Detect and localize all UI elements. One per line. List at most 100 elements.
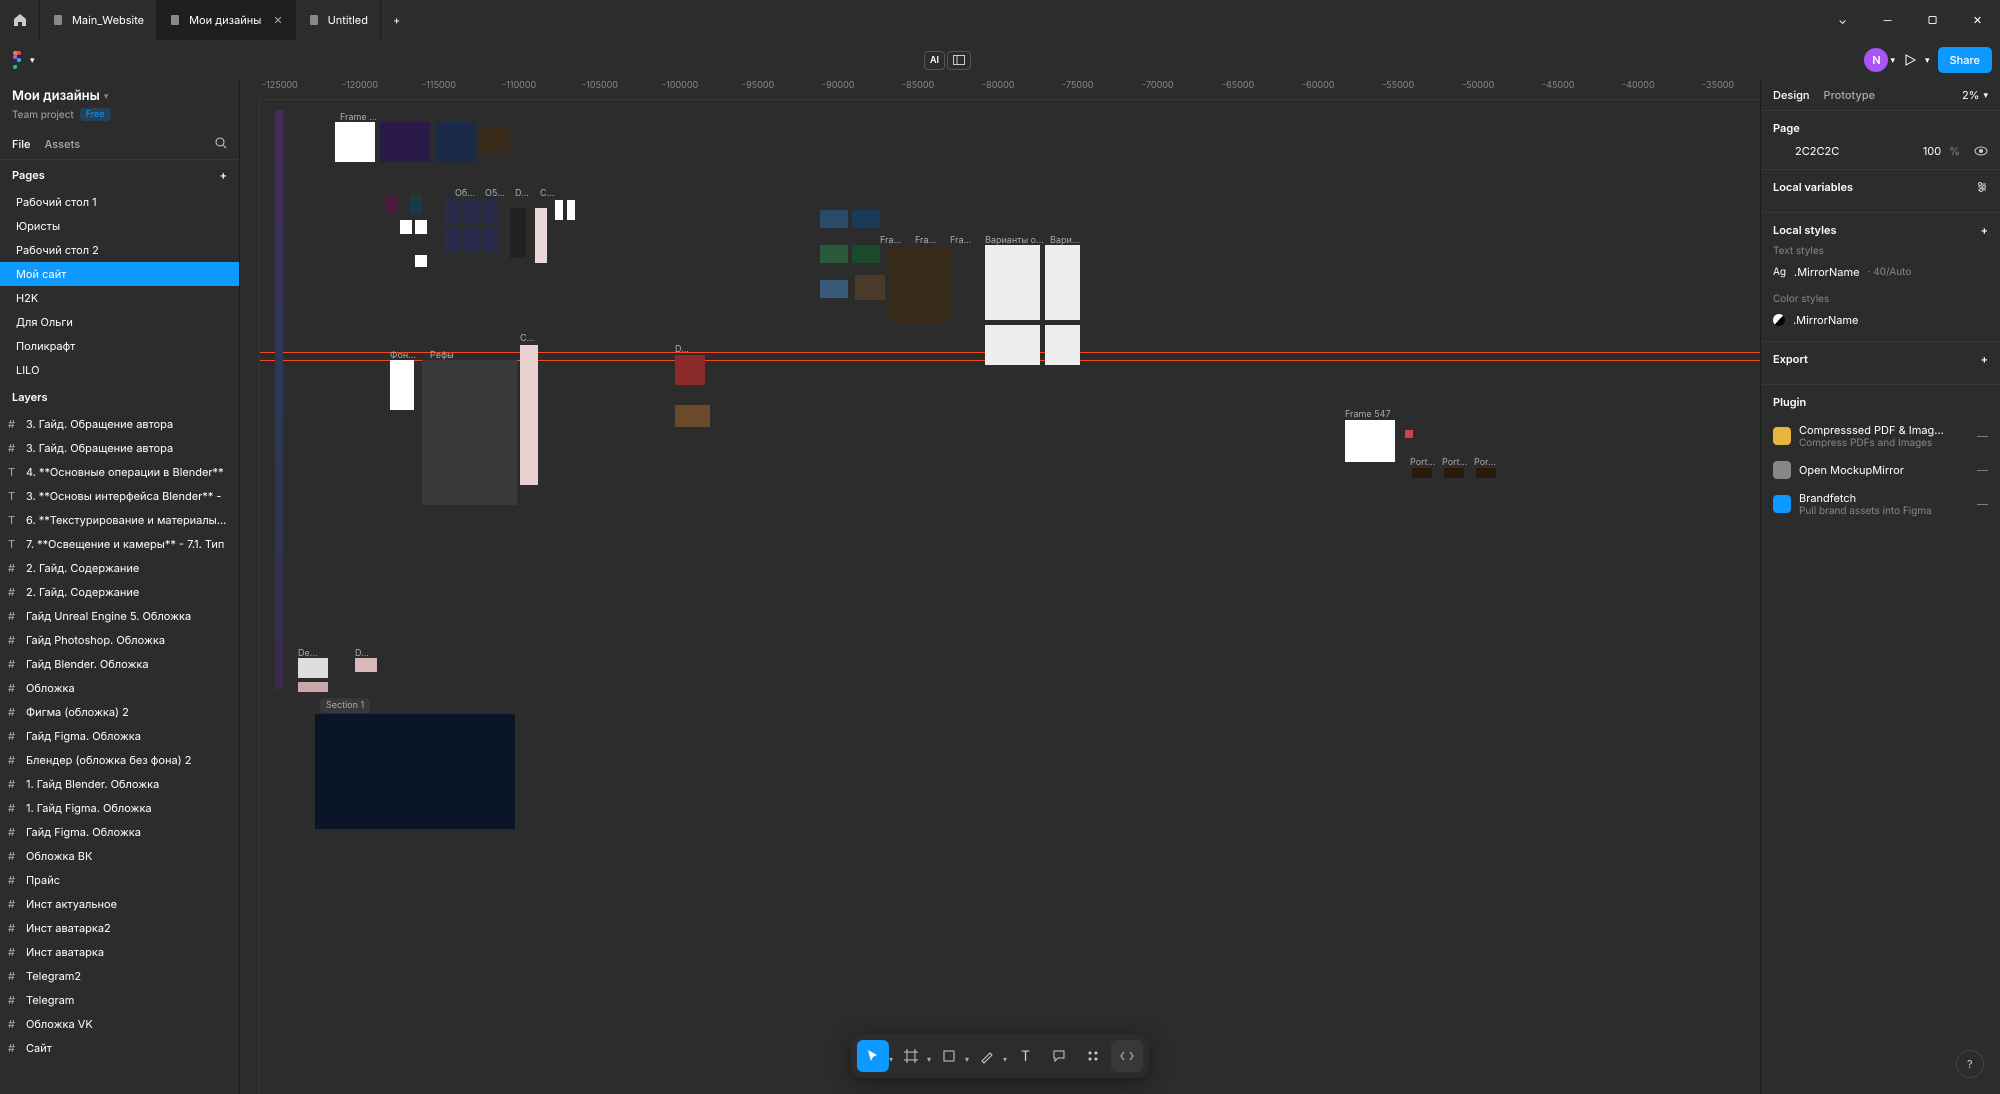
frame-thumb[interactable] — [435, 122, 475, 162]
layer-item[interactable]: #3. Гайд. Обращение автора — [0, 412, 239, 436]
figma-menu[interactable]: ▾ — [8, 51, 35, 69]
frame-thumb[interactable] — [1444, 468, 1464, 478]
help-button[interactable]: ? — [1956, 1050, 1984, 1078]
frame-thumb[interactable] — [390, 360, 414, 410]
chevron-down-icon[interactable]: ▾ — [104, 91, 109, 102]
frame-thumb[interactable] — [1476, 468, 1496, 478]
page-item[interactable]: Для Ольги — [0, 310, 239, 334]
frame-thumb[interactable] — [985, 325, 1040, 365]
layer-item[interactable]: T7. **Освещение и камеры** - 7.1. Тип — [0, 532, 239, 556]
frame-thumb[interactable] — [675, 355, 705, 385]
minimize-button[interactable]: ─ — [1865, 0, 1910, 40]
frame-thumb[interactable] — [275, 110, 283, 690]
page-item[interactable]: Рабочий стол 2 — [0, 238, 239, 262]
settings-icon[interactable] — [1976, 181, 1988, 193]
close-button[interactable]: ✕ — [1955, 0, 2000, 40]
page-item[interactable]: Поликрафт — [0, 334, 239, 358]
tab-prototype[interactable]: Prototype — [1824, 88, 1876, 102]
remove-plugin-button[interactable]: — — [1977, 429, 1988, 443]
frame-thumb[interactable] — [1412, 468, 1432, 478]
frame-thumb[interactable] — [298, 682, 328, 692]
tab-my-designs[interactable]: Мои дизайны ✕ — [157, 0, 295, 40]
add-export-button[interactable]: + — [1981, 352, 1988, 366]
frame-thumb[interactable] — [335, 122, 375, 162]
frame-label[interactable]: О5... — [485, 188, 505, 199]
maximize-button[interactable]: ▢ — [1910, 0, 1955, 40]
add-tab-button[interactable]: + — [381, 13, 412, 27]
chevron-down-icon[interactable]: ▾ — [927, 1054, 931, 1072]
page-item[interactable]: Рабочий стол 1 — [0, 190, 239, 214]
layer-item[interactable]: #Гайд Figma. Обложка — [0, 724, 239, 748]
pen-tool[interactable] — [971, 1040, 1003, 1072]
layer-item[interactable]: #2. Гайд. Содержание — [0, 556, 239, 580]
frame-thumb[interactable] — [820, 210, 848, 228]
frame-thumb[interactable] — [510, 208, 526, 258]
frame-thumb[interactable] — [422, 360, 517, 505]
layer-item[interactable]: #Telegram — [0, 988, 239, 1012]
frame-thumb[interactable] — [415, 220, 427, 234]
color-input[interactable] — [1795, 144, 1855, 158]
layer-item[interactable]: #Обложка VK — [0, 1012, 239, 1036]
frame-label[interactable]: Fra... — [950, 235, 971, 246]
team-name[interactable]: Team project — [12, 109, 74, 121]
layer-item[interactable]: #Инст аватарка — [0, 940, 239, 964]
present-button[interactable] — [1903, 53, 1917, 67]
visibility-icon[interactable] — [1974, 144, 1988, 158]
frame-label[interactable]: Fra... — [915, 235, 936, 246]
frame-thumb[interactable] — [400, 220, 412, 234]
frame-label[interactable]: Об... — [455, 188, 475, 199]
frame-thumb[interactable] — [555, 200, 563, 220]
frame-thumb[interactable] — [481, 228, 497, 252]
frame-label[interactable]: C... — [520, 333, 534, 344]
plugin-row[interactable]: BrandfetchPull brand assets into Figma— — [1773, 485, 1988, 523]
frame-thumb[interactable] — [675, 405, 710, 427]
tab-main-website[interactable]: Main_Website — [40, 0, 157, 40]
frame-thumb[interactable] — [1405, 430, 1413, 438]
page-item[interactable]: Мой сайт — [0, 262, 239, 286]
search-icon[interactable] — [215, 137, 227, 149]
panel-toggle[interactable] — [947, 51, 971, 70]
frame-thumb[interactable] — [820, 245, 848, 263]
chevron-down-icon[interactable]: ▾ — [965, 1054, 969, 1072]
layer-item[interactable]: #Обложка ВК — [0, 844, 239, 868]
comment-tool[interactable] — [1043, 1040, 1075, 1072]
move-tool[interactable] — [857, 1040, 889, 1072]
frame-thumb[interactable] — [463, 228, 479, 252]
layer-item[interactable]: #Инст актуальное — [0, 892, 239, 916]
frame-thumb[interactable] — [852, 210, 880, 228]
layer-item[interactable]: #1. Гайд Figma. Обложка — [0, 796, 239, 820]
frame-label[interactable]: D... — [675, 344, 689, 355]
tab-untitled[interactable]: Untitled — [296, 0, 381, 40]
frame-thumb[interactable] — [852, 245, 880, 263]
frame-thumb[interactable] — [298, 658, 328, 678]
section-label[interactable]: Section 1 — [320, 698, 370, 713]
layer-item[interactable]: #Прайс — [0, 868, 239, 892]
color-swatch[interactable] — [1773, 143, 1789, 159]
frame-thumb[interactable] — [445, 200, 461, 224]
frame-thumb[interactable] — [985, 245, 1040, 320]
layer-item[interactable]: #Гайд Figma. Обложка — [0, 820, 239, 844]
frame-thumb[interactable] — [520, 345, 538, 485]
add-style-button[interactable]: + — [1981, 223, 1988, 237]
layer-item[interactable]: #2. Гайд. Содержание — [0, 580, 239, 604]
share-button[interactable]: Share — [1938, 47, 1992, 73]
page-item[interactable]: Юристы — [0, 214, 239, 238]
layer-item[interactable]: #Гайд Photoshop. Обложка — [0, 628, 239, 652]
frame-tool[interactable] — [895, 1040, 927, 1072]
frame-thumb[interactable] — [820, 280, 848, 298]
layer-item[interactable]: #Обложка — [0, 676, 239, 700]
layer-item[interactable]: #Сайт — [0, 1036, 239, 1060]
layer-item[interactable]: #Гайд Blender. Обложка — [0, 652, 239, 676]
opacity-value[interactable]: 100 — [1923, 144, 1941, 158]
actions-tool[interactable] — [1077, 1040, 1109, 1072]
layer-item[interactable]: #Гайд Unreal Engine 5. Обложка — [0, 604, 239, 628]
close-icon[interactable]: ✕ — [273, 13, 282, 27]
home-tab[interactable] — [0, 0, 40, 40]
avatar-menu[interactable]: N ▾ — [1864, 48, 1895, 72]
ai-toggle[interactable]: AI — [924, 51, 945, 70]
frame-thumb[interactable] — [855, 275, 885, 300]
frame-thumb[interactable] — [410, 195, 422, 213]
page-item[interactable]: LILO — [0, 358, 239, 382]
frame-thumb[interactable] — [445, 228, 461, 252]
frame-label[interactable]: D... — [515, 188, 529, 199]
